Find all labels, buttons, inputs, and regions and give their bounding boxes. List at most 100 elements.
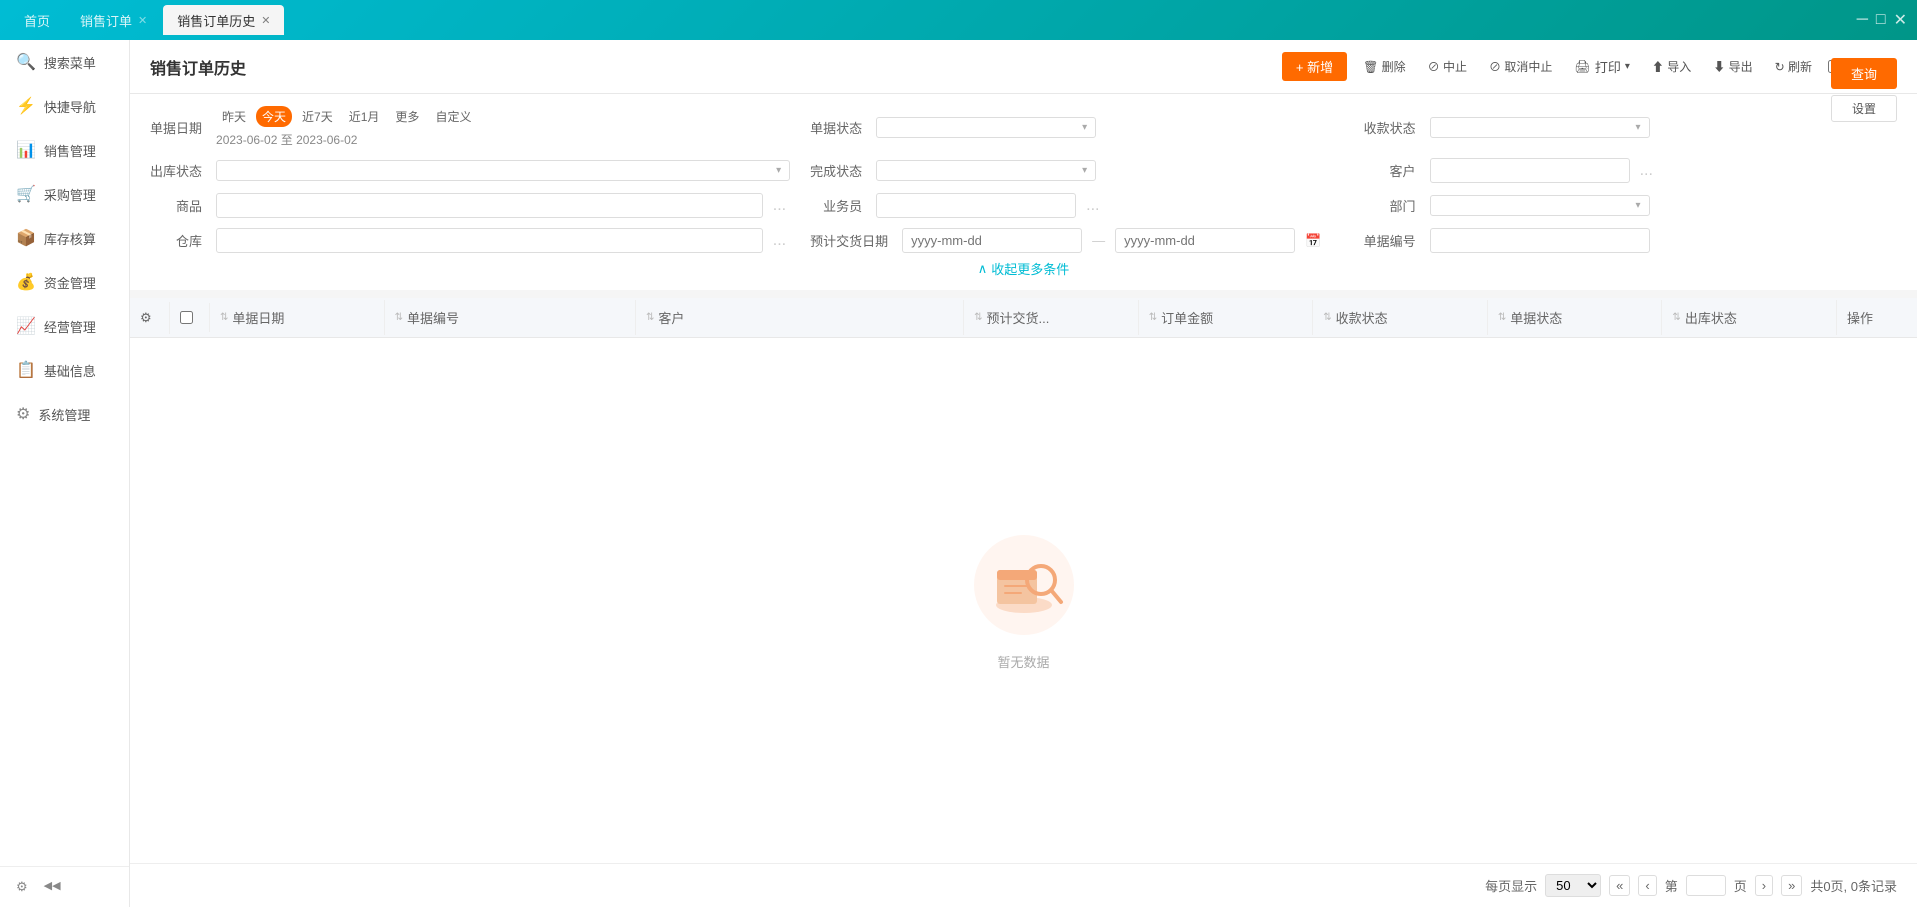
tab-sales-order[interactable]: 销售订单 ✕: [66, 5, 161, 35]
table-header: ⚙ ⇅ 单据日期 ⇅ 单据编号 ⇅ 客户 ⇅: [130, 298, 1917, 338]
table-container: ⚙ ⇅ 单据日期 ⇅ 单据编号 ⇅ 客户 ⇅: [130, 298, 1917, 863]
complete-status-select[interactable]: ▾: [876, 160, 1096, 181]
payment-status-select[interactable]: ▾: [1430, 117, 1650, 138]
product-label: 商品: [150, 196, 210, 215]
last-page-btn[interactable]: »: [1781, 875, 1802, 896]
sidebar-item-inventory-calc[interactable]: 📦 库存核算: [0, 216, 129, 260]
date-btn-1month[interactable]: 近1月: [343, 106, 386, 127]
tab-sales-order-close[interactable]: ✕: [138, 14, 147, 27]
salesman-input[interactable]: [876, 193, 1076, 218]
planned-delivery-from[interactable]: [902, 228, 1082, 253]
page-size-label: 每页显示: [1485, 876, 1537, 895]
filter-area: 单据日期 昨天 今天 近7天 近1月 更多 自定义 2023-06-02 至 2…: [130, 94, 1917, 290]
total-text: 共0页, 0条记录: [1810, 876, 1897, 895]
th-checkbox: [170, 303, 210, 332]
th-order-date[interactable]: ⇅ 单据日期: [210, 300, 385, 335]
sidebar-item-purchase-mgmt[interactable]: 🛒 采购管理: [0, 172, 129, 216]
sidebar-collapse-icon[interactable]: ◀◀: [44, 879, 61, 895]
department-select[interactable]: ▾: [1430, 195, 1650, 216]
th-delivery-status[interactable]: ⇅ 出库状态: [1662, 300, 1837, 335]
collapse-filter-btn[interactable]: ∧ 收起更多条件: [150, 259, 1897, 278]
settings-icon: ⚙: [140, 310, 152, 326]
page-label-pre: 第: [1665, 876, 1678, 895]
collapse-label: 收起更多条件: [991, 259, 1069, 278]
order-no-input[interactable]: [1430, 228, 1650, 253]
import-button[interactable]: ⬆ 导入: [1646, 54, 1697, 79]
main-layout: 🔍 搜索菜单 ⚡ 快捷导航 📊 销售管理 🛒 采购管理 📦 库存核算 💰 资金管…: [0, 40, 1917, 907]
sidebar-item-ops-mgmt-label: 经营管理: [44, 317, 96, 336]
add-button[interactable]: + 新增: [1282, 52, 1347, 81]
date-btn-yesterday[interactable]: 昨天: [216, 106, 252, 127]
tab-sales-order-label: 销售订单: [80, 11, 132, 30]
th-order-amount[interactable]: ⇅ 订单金额: [1139, 300, 1314, 335]
refresh-button[interactable]: ↻ 刷新: [1769, 54, 1818, 79]
sidebar-item-fund-mgmt[interactable]: 💰 资金管理: [0, 260, 129, 304]
sort-icon-delivery-status: ⇅: [1672, 312, 1680, 323]
first-page-btn[interactable]: «: [1609, 875, 1630, 896]
sidebar-item-sales-mgmt[interactable]: 📊 销售管理: [0, 128, 129, 172]
th-customer[interactable]: ⇅ 客户: [636, 300, 964, 335]
sort-icon-no: ⇅: [395, 312, 403, 323]
window-maximize-btn[interactable]: □: [1876, 11, 1886, 29]
select-all-checkbox[interactable]: [180, 311, 193, 324]
tab-sales-order-history-close[interactable]: ✕: [261, 14, 270, 27]
delivery-status-select[interactable]: ▾: [216, 160, 790, 181]
window-minimize-btn[interactable]: ─: [1857, 11, 1868, 29]
warehouse-input[interactable]: [216, 228, 763, 253]
th-payment-status[interactable]: ⇅ 收款状态: [1313, 300, 1488, 335]
sort-icon-customer: ⇅: [646, 312, 654, 323]
calendar-icon-from[interactable]: 📅: [1305, 233, 1321, 249]
tab-sales-order-history[interactable]: 销售订单历史 ✕: [163, 5, 284, 35]
th-settings[interactable]: ⚙: [130, 302, 170, 334]
toolbar: + 新增 🗑 删除 ⊘ 中止 ⊘ 取消中止 🖨 🖨 打印 打印 ▾ ⬆ 导入 ⬇…: [1282, 52, 1897, 93]
top-bar: 首页 销售订单 ✕ 销售订单历史 ✕ ─ □ ✕: [0, 0, 1917, 40]
payment-status-arrow: ▾: [1636, 122, 1641, 133]
settings-button[interactable]: 设置: [1831, 95, 1897, 122]
sys-mgmt-icon: ⚙: [16, 404, 30, 424]
cancel-stop-button[interactable]: ⊘ 取消中止: [1483, 54, 1558, 79]
customer-dots[interactable]: ...: [1636, 162, 1657, 180]
print-button[interactable]: 🖨 🖨 打印 打印 ▾: [1568, 53, 1636, 80]
planned-delivery-to[interactable]: [1115, 228, 1295, 253]
window-close-btn[interactable]: ✕: [1894, 10, 1907, 30]
th-planned-delivery[interactable]: ⇅ 预计交货...: [964, 300, 1139, 335]
warehouse-dots[interactable]: ...: [769, 232, 790, 250]
stop-button[interactable]: ⊘ 中止: [1422, 54, 1473, 79]
salesman-dots[interactable]: ...: [1082, 197, 1103, 215]
th-order-no[interactable]: ⇅ 单据编号: [385, 300, 636, 335]
date-btn-today[interactable]: 今天: [256, 106, 292, 127]
product-dots[interactable]: ...: [769, 197, 790, 215]
tab-sales-order-history-label: 销售订单历史: [177, 11, 255, 30]
warehouse-label: 仓库: [150, 231, 210, 250]
order-status-select[interactable]: ▾: [876, 117, 1096, 138]
customer-input[interactable]: [1430, 158, 1630, 183]
product-input[interactable]: [216, 193, 763, 218]
search-button[interactable]: 查询: [1831, 58, 1897, 89]
th-order-status[interactable]: ⇅ 单据状态: [1488, 300, 1663, 335]
sidebar-settings-icon[interactable]: ⚙: [16, 879, 28, 895]
sort-icon-delivery: ⇅: [974, 312, 982, 323]
date-btn-custom[interactable]: 自定义: [429, 106, 477, 127]
filter-action-btns: 查询 设置: [1831, 58, 1897, 122]
delete-button[interactable]: 🗑 删除: [1357, 54, 1412, 79]
sidebar-item-sys-mgmt[interactable]: ⚙ 系统管理: [0, 392, 129, 436]
collapse-up-icon: ∧: [978, 261, 988, 277]
date-btn-7days[interactable]: 近7天: [296, 106, 339, 127]
sidebar-item-inventory-calc-label: 库存核算: [44, 229, 96, 248]
page-size-select[interactable]: 50 10 20 100: [1545, 874, 1601, 897]
next-page-btn[interactable]: ›: [1755, 875, 1773, 896]
date-btn-more[interactable]: 更多: [389, 106, 425, 127]
sidebar-item-purchase-mgmt-label: 采购管理: [44, 185, 96, 204]
export-button[interactable]: ⬇ 导出: [1707, 54, 1758, 79]
order-no-label: 单据编号: [1364, 231, 1424, 250]
sidebar-item-fund-mgmt-label: 资金管理: [44, 273, 96, 292]
sidebar-item-ops-mgmt[interactable]: 📈 经营管理: [0, 304, 129, 348]
salesman-label: 业务员: [810, 196, 870, 215]
sidebar-item-basic-info[interactable]: 📋 基础信息: [0, 348, 129, 392]
current-page-input[interactable]: 1: [1686, 875, 1726, 896]
sidebar-item-quick-nav[interactable]: ⚡ 快捷导航: [0, 84, 129, 128]
sidebar-item-sys-mgmt-label: 系统管理: [38, 405, 90, 424]
sidebar-item-search-menu[interactable]: 🔍 搜索菜单: [0, 40, 129, 84]
tab-home[interactable]: 首页: [10, 5, 64, 35]
prev-page-btn[interactable]: ‹: [1638, 875, 1656, 896]
